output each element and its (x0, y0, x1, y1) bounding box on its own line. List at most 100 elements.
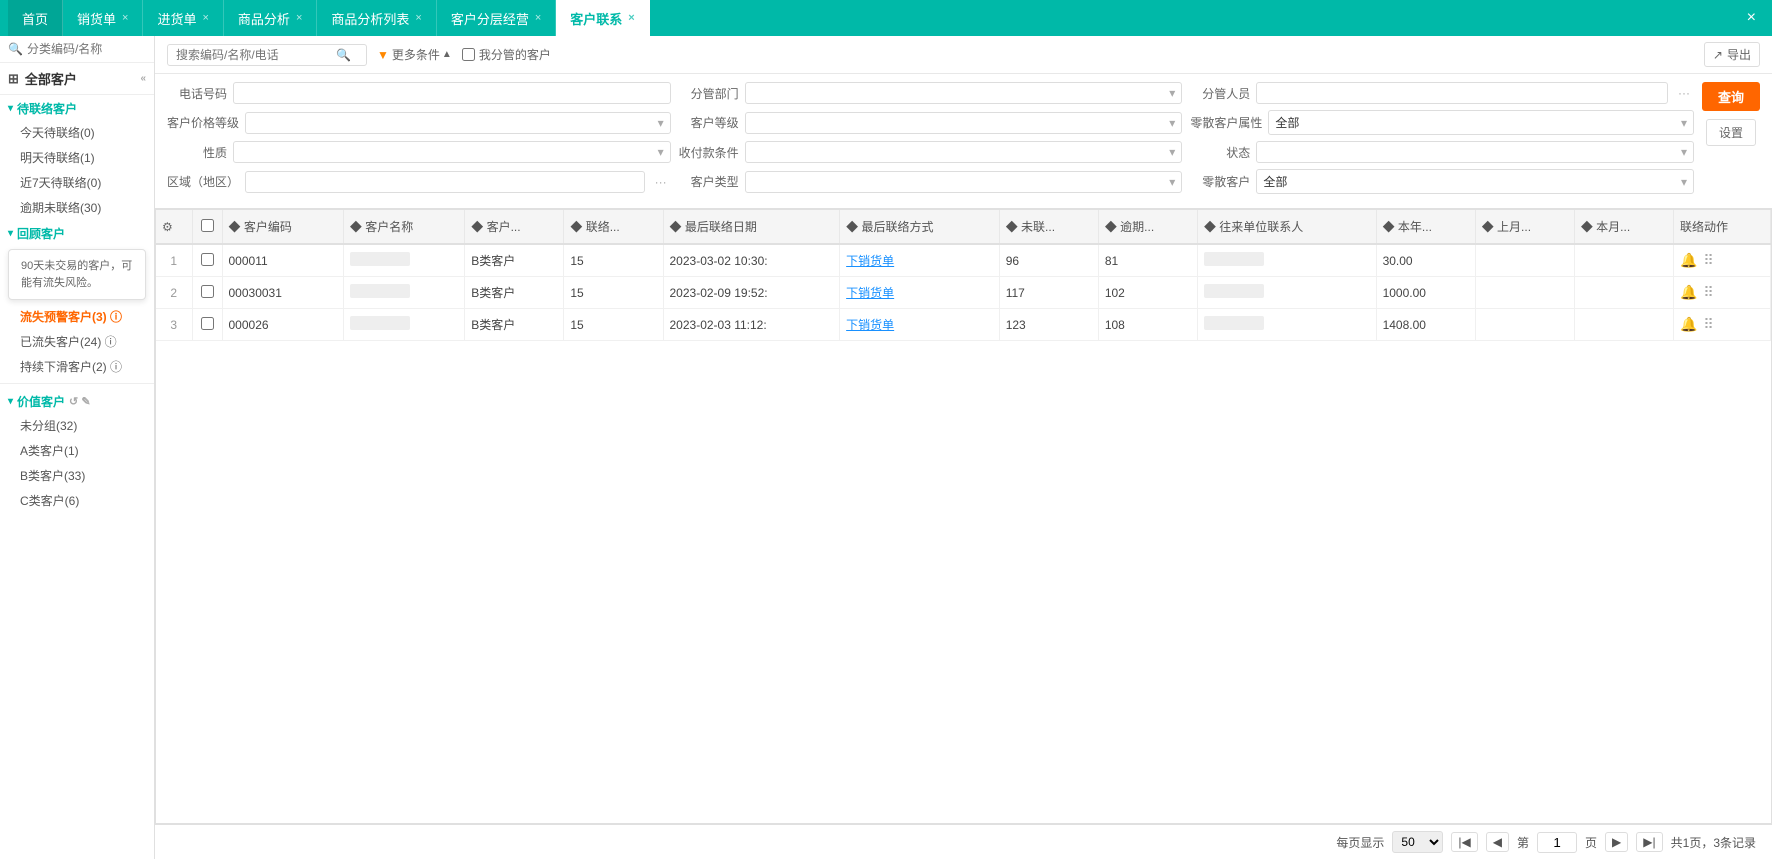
sidebar-section-review[interactable]: ▾ 回顾客户 (0, 220, 154, 245)
input-phone[interactable] (233, 82, 671, 104)
th-last-month: ◆ 上月... (1475, 210, 1574, 244)
cell-contact-2: 15 (564, 309, 663, 341)
sidebar-item-declining[interactable]: 持续下滑客户(2) ⓘ (0, 354, 154, 379)
select-all-checkbox[interactable] (201, 219, 214, 232)
tab-sales[interactable]: 销货单 × (63, 0, 143, 36)
tab-customer-layer-close[interactable]: × (535, 12, 541, 24)
next-page-button[interactable]: ▶ (1605, 832, 1628, 852)
tab-customer-contact-close[interactable]: × (628, 12, 634, 24)
input-manager[interactable] (1256, 82, 1668, 104)
sidebar-item-class-c[interactable]: C类客户(6) (0, 488, 154, 513)
sidebar-item-class-b[interactable]: B类客户(33) (0, 463, 154, 488)
row-checkbox-2[interactable] (201, 317, 214, 330)
filter-more-conditions[interactable]: ▼ 更多条件 ▲ (377, 46, 452, 63)
last-method-link-0[interactable]: 下销货单 (846, 254, 894, 268)
my-customers-checkbox-wrap[interactable]: 我分管的客户 (462, 46, 551, 63)
cell-overdue-1: 102 (1098, 277, 1197, 309)
select-customer-type[interactable]: ▾ (745, 171, 1183, 193)
table-settings-icon[interactable]: ⚙ (162, 220, 173, 234)
field-department: 分管部门 ▾ (679, 82, 1183, 104)
manager-ellipsis[interactable]: ··· (1674, 86, 1694, 100)
field-region: 区域（地区） ··· (167, 171, 671, 193)
sidebar-item-churned[interactable]: 已流失客户(24) ⓘ (0, 329, 154, 354)
cell-actions-2: 🔔 ⠿ (1673, 309, 1770, 341)
select-customer-level[interactable]: ▾ (745, 112, 1183, 134)
select-price-level[interactable]: ▾ (245, 112, 671, 134)
th-name-label: ◆ 客户名称 (350, 220, 413, 234)
customer-table: ⚙ ◆ 客户编码 ◆ 客户名称 ◆ 客户... (156, 210, 1771, 341)
cell-this-year-0: 30.00 (1376, 244, 1475, 277)
tab-home[interactable]: 首页 (8, 0, 63, 36)
tab-goods-analysis-close[interactable]: × (296, 12, 302, 24)
review-tooltip: 90天未交易的客户，可能有流失风险。 (8, 249, 146, 300)
tab-purchase-close[interactable]: × (202, 12, 208, 24)
per-page-select[interactable]: 50 10 20 100 (1392, 831, 1443, 853)
tab-purchase[interactable]: 进货单 × (143, 0, 223, 36)
region-ellipsis[interactable]: ··· (651, 175, 671, 189)
tab-customer-layer[interactable]: 客户分层经营 × (437, 0, 556, 36)
my-customers-checkbox[interactable] (462, 48, 475, 61)
settings-button[interactable]: 设置 (1706, 119, 1756, 146)
page-label: 页 (1585, 834, 1597, 851)
last-method-link-1[interactable]: 下销货单 (846, 286, 894, 300)
sidebar-item-tomorrow-pending[interactable]: 明天待联络(1) (0, 145, 154, 170)
query-button[interactable]: 查询 (1702, 82, 1760, 111)
select-scattered[interactable]: 全部 ▾ (1256, 169, 1694, 194)
filter-search-input[interactable] (176, 48, 336, 62)
action-more-icon-1[interactable]: ⠿ (1703, 284, 1713, 301)
action-contact-icon-2[interactable]: 🔔 (1680, 316, 1697, 333)
th-action-label: 联络动作 (1680, 220, 1728, 234)
adv-filter-row-4: 区域（地区） ··· 客户类型 ▾ 零散客户 (167, 169, 1694, 194)
select-payment[interactable]: ▾ (745, 141, 1183, 163)
field-price-level: 客户价格等级 ▾ (167, 112, 671, 134)
row-checkbox-0[interactable] (201, 253, 214, 266)
export-button[interactable]: ↗ 导出 (1704, 42, 1760, 67)
collapse-icon[interactable]: « (140, 73, 146, 84)
th-no-contact-days: ◆ 未联... (999, 210, 1098, 244)
customer-table-wrap: ⚙ ◆ 客户编码 ◆ 客户名称 ◆ 客户... (155, 209, 1772, 824)
cell-code-2: 000026 (222, 309, 343, 341)
last-page-button[interactable]: ▶| (1636, 832, 1662, 852)
field-customer-type: 客户类型 ▾ (679, 171, 1183, 193)
row-checkbox-1[interactable] (201, 285, 214, 298)
select-department[interactable]: ▾ (745, 82, 1183, 104)
sidebar-section-pending[interactable]: ▾ 待联络客户 (0, 95, 154, 120)
select-status[interactable]: ▾ (1256, 141, 1694, 163)
input-region[interactable] (245, 171, 645, 193)
select-nature[interactable]: ▾ (233, 141, 671, 163)
cell-checkbox-1[interactable] (192, 277, 222, 309)
sidebar-item-churn-warning[interactable]: 流失预警客户(3) ⓘ (0, 304, 154, 329)
cell-checkbox-2[interactable] (192, 309, 222, 341)
close-all-button[interactable]: × (1739, 9, 1764, 27)
sidebar-search-input[interactable] (27, 42, 146, 56)
tab-goods-analysis[interactable]: 商品分析 × (224, 0, 317, 36)
action-more-icon-0[interactable]: ⠿ (1703, 252, 1713, 269)
action-contact-icon-0[interactable]: 🔔 (1680, 252, 1697, 269)
prev-page-button[interactable]: ◀ (1486, 832, 1509, 852)
sidebar-item-ungrouped[interactable]: 未分组(32) (0, 413, 154, 438)
sidebar-all-customers-header[interactable]: ⊞ 全部客户 « (0, 63, 154, 95)
cell-row-num-1: 2 (156, 277, 192, 309)
cell-row-num-0: 1 (156, 244, 192, 277)
filter-search-button[interactable]: 🔍 (336, 48, 351, 62)
action-more-icon-2[interactable]: ⠿ (1703, 316, 1713, 333)
sidebar-item-overdue-pending[interactable]: 逾期未联络(30) (0, 195, 154, 220)
tab-goods-analysis-list-close[interactable]: × (415, 12, 421, 24)
last-method-link-2[interactable]: 下销货单 (846, 318, 894, 332)
sidebar-section-value[interactable]: ▾ 价值客户 ↺ ✎ (0, 388, 154, 413)
tab-sales-close[interactable]: × (122, 12, 128, 24)
label-nature: 性质 (167, 144, 227, 161)
sidebar-item-class-a[interactable]: A类客户(1) (0, 438, 154, 463)
tab-goods-analysis-list[interactable]: 商品分析列表 × (317, 0, 436, 36)
chevron-down-icon: ▾ (1169, 86, 1175, 100)
sidebar-item-today-pending[interactable]: 今天待联络(0) (0, 120, 154, 145)
sidebar-item-week-pending[interactable]: 近7天待联络(0) (0, 170, 154, 195)
cell-checkbox-0[interactable] (192, 244, 222, 277)
tab-customer-contact[interactable]: 客户联系 × (556, 0, 649, 36)
cell-code-0: 000011 (222, 244, 343, 277)
value-icons: ↺ ✎ (69, 395, 91, 408)
action-contact-icon-1[interactable]: 🔔 (1680, 284, 1697, 301)
first-page-button[interactable]: |◀ (1451, 832, 1477, 852)
select-scattered-attr[interactable]: 全部 ▾ (1268, 110, 1694, 135)
page-number-input[interactable] (1537, 832, 1577, 853)
